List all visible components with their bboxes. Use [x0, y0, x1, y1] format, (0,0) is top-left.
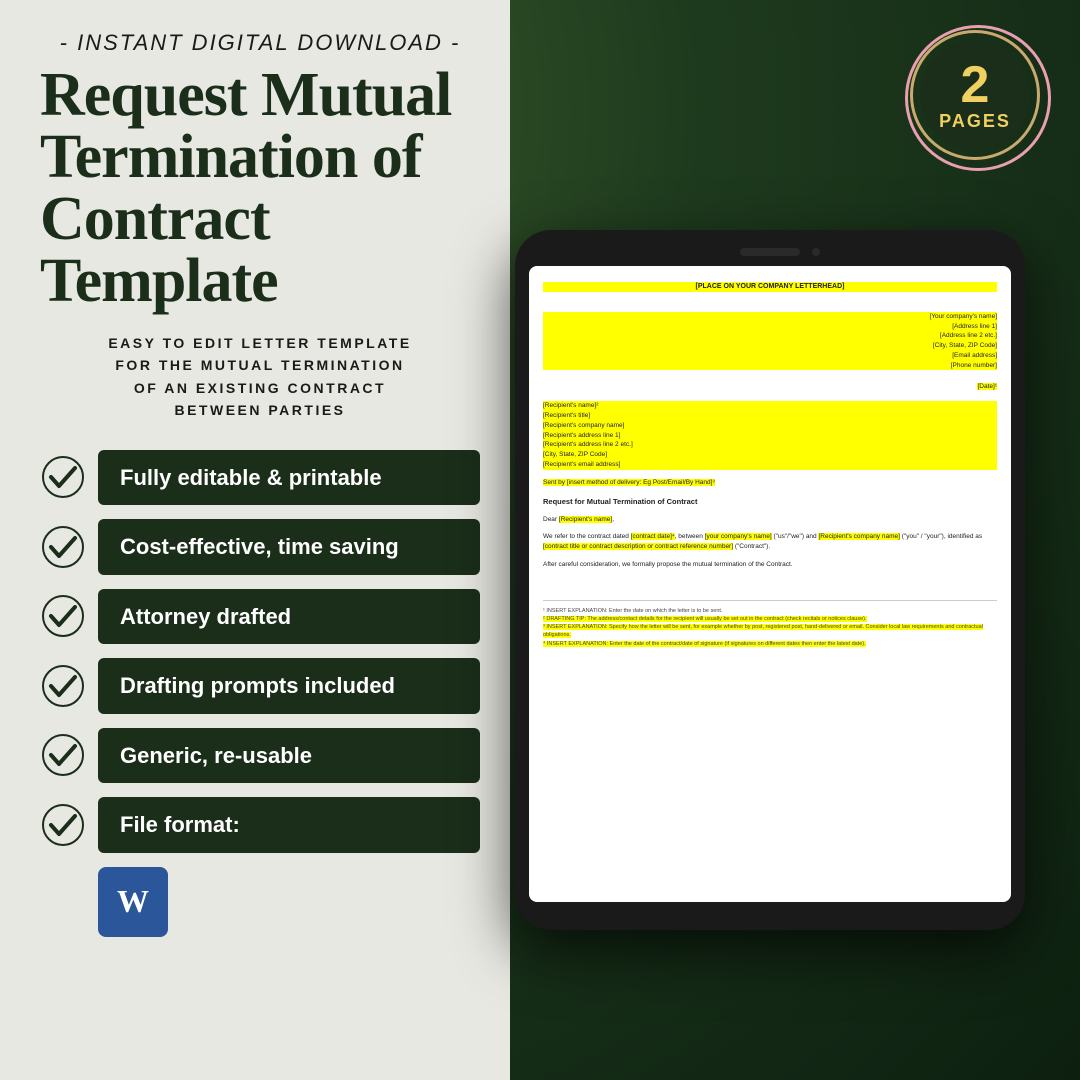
- doc-recipient-company: [Recipient's company name]: [543, 421, 997, 431]
- feature-label-attorney: Attorney drafted: [98, 589, 480, 645]
- doc-date-container: [Date]¹: [543, 382, 997, 391]
- list-item: File format:: [40, 797, 480, 853]
- feature-label-editable: Fully editable & printable: [98, 450, 480, 506]
- tablet-screen: [PLACE ON YOUR COMPANY LETTERHEAD] [Your…: [529, 266, 1011, 902]
- list-item: Attorney drafted: [40, 589, 480, 645]
- list-item: Generic, re-usable: [40, 728, 480, 784]
- doc-footnote1: ¹ INSERT EXPLANATION: Enter the date on …: [543, 607, 997, 615]
- doc-footer: ¹ INSERT EXPLANATION: Enter the date on …: [543, 600, 997, 648]
- main-title: Request Mutual Termination of Contract T…: [40, 64, 480, 312]
- list-item: Drafting prompts included: [40, 658, 480, 714]
- left-panel: - INSTANT DIGITAL DOWNLOAD - Request Mut…: [0, 0, 510, 1080]
- pages-badge-inner: 2 PAGES: [920, 40, 1030, 150]
- word-icon: W: [98, 867, 168, 937]
- feature-label-drafting: Drafting prompts included: [98, 658, 480, 714]
- doc-sent-by-text: Sent by [insert method of delivery: Eg P…: [543, 479, 715, 486]
- pages-text: PAGES: [939, 111, 1011, 132]
- feature-label-generic: Generic, re-usable: [98, 728, 480, 784]
- checkmark-icon: [40, 524, 86, 570]
- doc-subject: Request for Mutual Termination of Contra…: [543, 497, 997, 508]
- feature-list: Fully editable & printable Cost-effectiv…: [40, 450, 480, 853]
- doc-address2: [Address line 2 etc.]: [543, 331, 997, 341]
- doc-body2: After careful consideration, we formally…: [543, 560, 997, 570]
- doc-company-name: [Your company's name]: [543, 312, 997, 322]
- pages-badge-circle: 2 PAGES: [910, 30, 1040, 160]
- word-icon-container: W: [98, 867, 480, 937]
- doc-recipient-city: [City, State, ZIP Code]: [543, 450, 997, 460]
- doc-footnote4: ⁴ INSERT EXPLANATION: Enter the date of …: [543, 640, 997, 648]
- instant-download-label: - INSTANT DIGITAL DOWNLOAD -: [40, 30, 480, 56]
- tablet-camera: [740, 248, 800, 256]
- doc-recipient-email: [Recipient's email address]: [543, 460, 997, 470]
- subtitle: EASY TO EDIT LETTER TEMPLATE FOR THE MUT…: [40, 332, 480, 422]
- checkmark-icon: [40, 593, 86, 639]
- feature-label-format: File format:: [98, 797, 480, 853]
- doc-email: [Email address]: [543, 351, 997, 361]
- list-item: Cost-effective, time saving: [40, 519, 480, 575]
- pages-number: 2: [961, 59, 990, 111]
- doc-footnote2: ² DRAFTING TIP: The address/contact deta…: [543, 615, 997, 623]
- feature-label-cost: Cost-effective, time saving: [98, 519, 480, 575]
- doc-address1: [Address line 1]: [543, 322, 997, 332]
- doc-recipient: [Recipient's name]² [Recipient's title] …: [543, 401, 997, 469]
- doc-sent-by: Sent by [insert method of delivery: Eg P…: [543, 478, 997, 487]
- right-panel: [PLACE ON YOUR COMPANY LETTERHEAD] [Your…: [460, 0, 1080, 1080]
- doc-phone: [Phone number]: [543, 361, 997, 371]
- doc-recipient-name: [Recipient's name]²: [543, 401, 997, 411]
- doc-recipient-address1: [Recipient's address line 1]: [543, 431, 997, 441]
- doc-city-state: [City, State, ZIP Code]: [543, 341, 997, 351]
- doc-dear: Dear [Recipient's name],: [543, 515, 997, 524]
- doc-recipient-address2: [Recipient's address line 2 etc.]: [543, 440, 997, 450]
- checkmark-icon: [40, 663, 86, 709]
- list-item: Fully editable & printable: [40, 450, 480, 506]
- checkmark-icon: [40, 454, 86, 500]
- doc-letterhead: [PLACE ON YOUR COMPANY LETTERHEAD]: [543, 282, 997, 292]
- checkmark-icon: [40, 802, 86, 848]
- checkmark-icon: [40, 732, 86, 778]
- tablet-mockup: [PLACE ON YOUR COMPANY LETTERHEAD] [Your…: [515, 230, 1025, 930]
- doc-right-address: [Your company's name] [Address line 1] […: [543, 312, 997, 371]
- doc-date: [Date]¹: [977, 383, 997, 390]
- doc-footnote3: ³ INSERT EXPLANATION: Specify how the le…: [543, 623, 997, 640]
- doc-recipient-title: [Recipient's title]: [543, 411, 997, 421]
- doc-body1: We refer to the contract dated [contract…: [543, 532, 997, 552]
- pages-badge: 2 PAGES: [910, 30, 1040, 160]
